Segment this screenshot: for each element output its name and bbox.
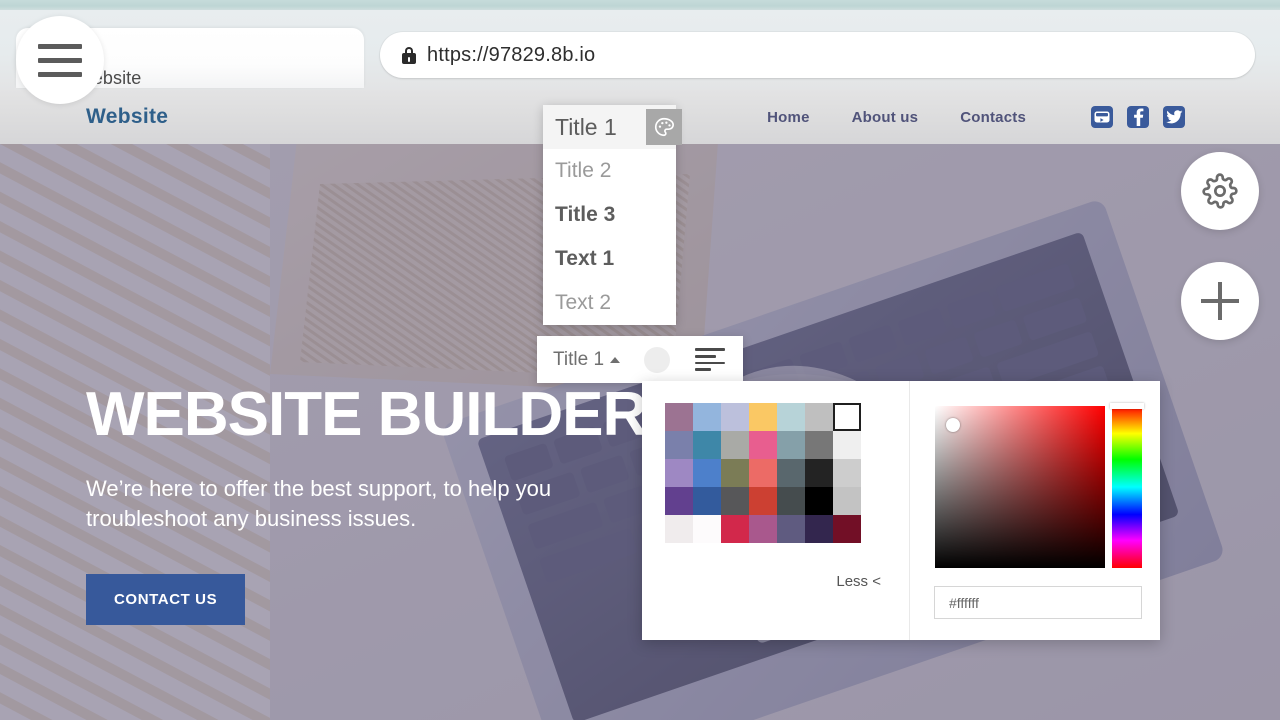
color-swatch[interactable] (721, 459, 749, 487)
color-swatch[interactable] (721, 487, 749, 515)
color-swatch[interactable] (665, 431, 693, 459)
color-swatch[interactable] (749, 487, 777, 515)
browser-top-strip (0, 0, 1280, 10)
color-swatch[interactable] (693, 459, 721, 487)
facebook-icon[interactable] (1127, 106, 1149, 128)
caret-up-icon (610, 356, 621, 363)
color-picker-popup: Less < (642, 381, 1160, 640)
color-swatch[interactable] (749, 403, 777, 431)
hero-subtitle[interactable]: We’re here to offer the best support, to… (86, 474, 556, 534)
hue-slider[interactable] (1112, 406, 1142, 568)
hero-content: WEBSITE BUILDER We’re here to offer the … (86, 384, 647, 625)
color-swatch[interactable] (693, 431, 721, 459)
hue-slider-handle[interactable] (1110, 403, 1144, 409)
style-option-text-2[interactable]: Text 2 (543, 281, 676, 325)
gear-icon (1202, 173, 1238, 209)
toolbar-style-label: Title 1 (553, 348, 605, 370)
style-option-label: Title 3 (555, 203, 616, 226)
browser-tab-title: Website (76, 68, 142, 88)
text-style-dropdown-menu: Title 1 Title 2 Title 3 Text 1 Text 2 (543, 105, 682, 325)
palette-icon[interactable] (646, 109, 682, 145)
lock-icon (402, 46, 416, 64)
text-align-left-icon[interactable] (695, 348, 726, 371)
toolbar-style-selector[interactable]: Title 1 (553, 348, 621, 371)
color-swatch[interactable] (665, 459, 693, 487)
nav-link-home[interactable]: Home (767, 109, 809, 126)
color-swatch[interactable] (721, 515, 749, 543)
style-option-label: Text 2 (555, 291, 612, 314)
text-format-toolbar: Title 1 (537, 336, 743, 383)
youtube-icon[interactable] (1091, 106, 1113, 128)
saturation-handle[interactable] (946, 418, 960, 432)
toolbar-text-color-button[interactable] (644, 346, 671, 373)
color-swatch[interactable] (749, 515, 777, 543)
twitter-icon[interactable] (1163, 106, 1185, 128)
add-element-fab-button[interactable] (1181, 262, 1259, 340)
color-swatch[interactable] (805, 431, 833, 459)
color-swatch[interactable] (749, 431, 777, 459)
site-brand[interactable]: Website (86, 90, 168, 144)
color-swatch[interactable] (805, 487, 833, 515)
color-swatch[interactable] (833, 459, 861, 487)
color-swatch[interactable] (777, 431, 805, 459)
style-option-label: Text 1 (555, 247, 615, 270)
color-swatch[interactable] (693, 487, 721, 515)
style-option-title-3[interactable]: Title 3 (543, 193, 676, 237)
browser-url-text: https://97829.8b.io (427, 43, 596, 66)
color-swatch[interactable] (833, 515, 861, 543)
color-swatch-grid (665, 403, 861, 543)
settings-fab-button[interactable] (1181, 152, 1259, 230)
color-swatch[interactable] (833, 431, 861, 459)
color-swatch[interactable] (833, 403, 861, 431)
browser-url-bar[interactable]: https://97829.8b.io (380, 32, 1255, 78)
style-option-title-1[interactable]: Title 1 (543, 105, 682, 149)
color-picker-custom-panel (910, 381, 1160, 640)
style-option-text-1[interactable]: Text 1 (543, 237, 676, 281)
color-swatch[interactable] (665, 487, 693, 515)
color-swatch[interactable] (805, 459, 833, 487)
color-swatch[interactable] (749, 459, 777, 487)
style-option-title-2[interactable]: Title 2 (543, 149, 676, 193)
hamburger-menu-button[interactable] (16, 16, 104, 104)
color-swatch[interactable] (777, 487, 805, 515)
color-swatch[interactable] (721, 403, 749, 431)
hero-title[interactable]: WEBSITE BUILDER (86, 384, 647, 446)
color-swatch[interactable] (693, 515, 721, 543)
nav-link-about-us[interactable]: About us (852, 109, 919, 126)
color-swatch[interactable] (777, 459, 805, 487)
style-option-label: Title 1 (555, 113, 617, 140)
color-swatch[interactable] (805, 403, 833, 431)
style-option-label: Title 2 (555, 159, 612, 182)
color-swatch[interactable] (777, 403, 805, 431)
less-toggle-link[interactable]: Less < (836, 573, 881, 590)
color-swatch[interactable] (721, 431, 749, 459)
color-swatch[interactable] (833, 487, 861, 515)
color-swatch[interactable] (665, 515, 693, 543)
color-swatch[interactable] (693, 403, 721, 431)
color-swatch[interactable] (665, 403, 693, 431)
color-swatch[interactable] (805, 515, 833, 543)
plus-icon (1201, 282, 1239, 320)
social-links (1091, 90, 1185, 144)
hamburger-menu-icon (38, 43, 82, 49)
app-root: WEBSITE BUILDER We’re here to offer the … (0, 0, 1280, 720)
browser-chrome: Website https://97829.8b.io (0, 10, 1280, 90)
hex-color-input[interactable] (934, 586, 1142, 619)
saturation-value-area[interactable] (935, 406, 1105, 568)
color-swatch[interactable] (777, 515, 805, 543)
nav-link-contacts[interactable]: Contacts (960, 109, 1026, 126)
color-picker-swatches-panel: Less < (642, 381, 910, 640)
contact-us-button[interactable]: CONTACT US (86, 573, 246, 625)
